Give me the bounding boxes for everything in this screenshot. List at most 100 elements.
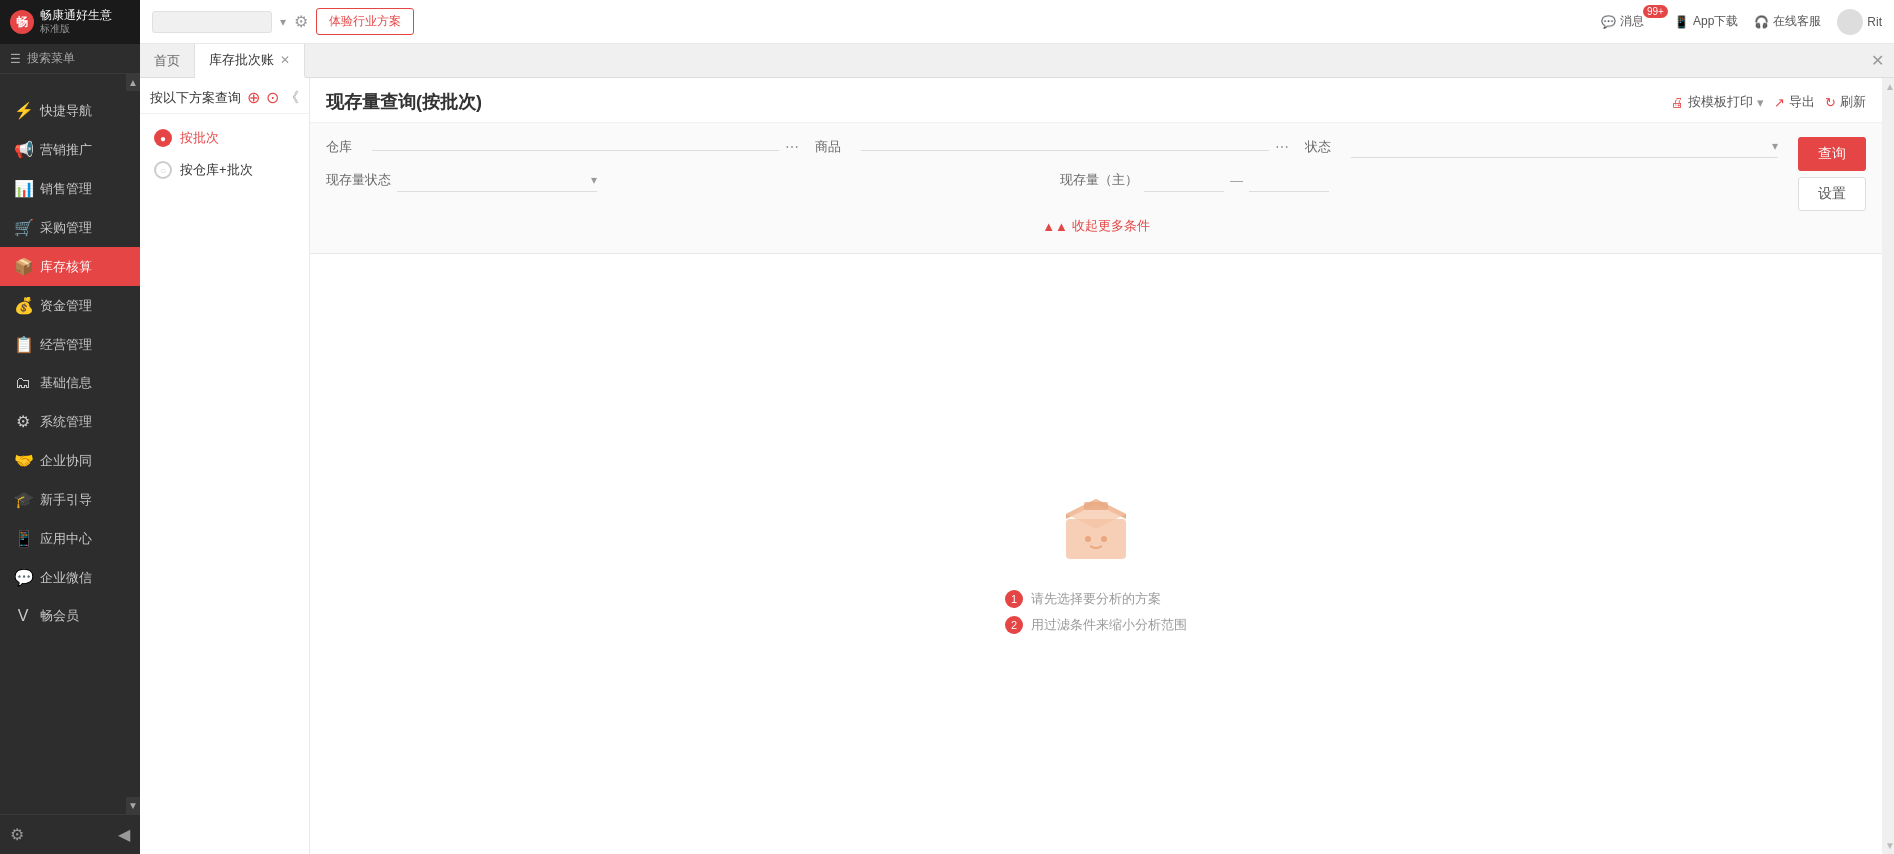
scrollbar-up-arrow[interactable]: ▲ bbox=[1882, 78, 1894, 95]
sidebar-item-basic[interactable]: 🗂 基础信息 bbox=[0, 364, 140, 402]
messages-action[interactable]: 💬 消息 99+ bbox=[1601, 13, 1658, 30]
svg-point-4 bbox=[1085, 536, 1091, 542]
status-select[interactable]: ▾ bbox=[1351, 135, 1778, 158]
export-btn[interactable]: ↗ 导出 bbox=[1774, 93, 1815, 111]
online-service-label: 在线客服 bbox=[1773, 13, 1821, 30]
app-download-label: App下载 bbox=[1693, 13, 1738, 30]
scrollbar-down-arrow[interactable]: ▼ bbox=[1882, 837, 1894, 854]
topbar-settings-icon[interactable]: ⚙ bbox=[294, 12, 308, 31]
sidebar-item-appcenter[interactable]: 📱 应用中心 bbox=[0, 519, 140, 558]
product-label: 商品 bbox=[815, 138, 855, 156]
sidebar-item-guide[interactable]: 🎓 新手引导 bbox=[0, 480, 140, 519]
stock-qty-min-input[interactable] bbox=[1144, 168, 1224, 192]
enterprise-icon: 🤝 bbox=[14, 451, 32, 470]
refresh-btn[interactable]: ↻ 刷新 bbox=[1825, 93, 1866, 111]
scheme-item-label: 按仓库+批次 bbox=[180, 161, 253, 179]
product-more-icon[interactable]: ⋯ bbox=[1275, 139, 1289, 155]
print-chevron-icon: ▾ bbox=[1757, 95, 1764, 110]
collapse-filters-btn[interactable]: ▲▲ 收起更多条件 bbox=[326, 211, 1866, 241]
inventory-icon: 📦 bbox=[14, 257, 32, 276]
sidebar-item-system[interactable]: ⚙ 系统管理 bbox=[0, 402, 140, 441]
messages-label: 消息 bbox=[1620, 13, 1644, 30]
sidebar-item-operation[interactable]: 📋 经营管理 bbox=[0, 325, 140, 364]
sidebar-item-label: 企业协同 bbox=[40, 452, 92, 470]
topbar: ▾ ⚙ 体验行业方案 💬 消息 99+ 📱 App下载 🎧 在线客服 Rit bbox=[140, 0, 1894, 44]
empty-tip-2: 2 用过滤条件来缩小分析范围 bbox=[1005, 616, 1187, 634]
svg-rect-3 bbox=[1084, 502, 1108, 510]
user-name: Rit bbox=[1867, 15, 1882, 29]
tab-batch-close-icon[interactable]: ✕ bbox=[280, 53, 290, 67]
right-scrollbar[interactable]: ▲ ▼ bbox=[1882, 78, 1894, 854]
sidebar-item-marketing[interactable]: 📢 营销推广 bbox=[0, 130, 140, 169]
trial-button[interactable]: 体验行业方案 bbox=[316, 8, 414, 35]
breadcrumb-chevron-icon: ▾ bbox=[280, 15, 286, 29]
tab-batch-label: 库存批次账 bbox=[209, 51, 274, 69]
purchase-icon: 🛒 bbox=[14, 218, 32, 237]
collapse-panel-icon[interactable]: 《 bbox=[285, 89, 299, 107]
warehouse-more-icon[interactable]: ⋯ bbox=[785, 139, 799, 155]
stock-status-filter: 现存量状态 ▾ bbox=[326, 169, 1044, 192]
sidebar-item-label: 基础信息 bbox=[40, 374, 92, 392]
empty-state: 1 请先选择要分析的方案 2 用过滤条件来缩小分析范围 bbox=[310, 254, 1882, 854]
scroll-up-btn[interactable]: ▲ bbox=[126, 74, 140, 91]
sidebar-item-wechat[interactable]: 💬 企业微信 bbox=[0, 558, 140, 597]
sidebar-item-member[interactable]: V 畅会员 bbox=[0, 597, 140, 635]
sidebar-brand: 畅康通好生意 标准版 bbox=[40, 8, 112, 36]
app-download-action[interactable]: 📱 App下载 bbox=[1674, 13, 1738, 30]
left-panel: 按以下方案查询 ⊕ ⊙ 《 ● 按批次 ○ 按仓库+批次 bbox=[140, 78, 310, 854]
stock-qty-label: 现存量（主） bbox=[1060, 171, 1138, 189]
tabs-close-all-icon[interactable]: ✕ bbox=[1861, 51, 1894, 70]
guide-icon: 🎓 bbox=[14, 490, 32, 509]
export-label: 导出 bbox=[1789, 93, 1815, 111]
query-button[interactable]: 查询 bbox=[1798, 137, 1866, 171]
settings-scheme-icon[interactable]: ⊙ bbox=[266, 88, 279, 107]
sidebar-item-purchase[interactable]: 🛒 采购管理 bbox=[0, 208, 140, 247]
svg-point-5 bbox=[1101, 536, 1107, 542]
collapse-label: 收起更多条件 bbox=[1072, 217, 1150, 235]
sidebar-item-sales[interactable]: 📊 销售管理 bbox=[0, 169, 140, 208]
filter-row-1: 仓库 ⋯ 商品 ⋯ bbox=[326, 135, 1778, 158]
tip-text-1: 请先选择要分析的方案 bbox=[1031, 590, 1161, 608]
status-label: 状态 bbox=[1305, 138, 1345, 156]
breadcrumb-search-input[interactable] bbox=[152, 11, 272, 33]
left-panel-header: 按以下方案查询 ⊕ ⊙ 《 bbox=[140, 78, 309, 114]
settings-bottom-icon[interactable]: ⚙ bbox=[10, 825, 24, 844]
main-area: ▾ ⚙ 体验行业方案 💬 消息 99+ 📱 App下载 🎧 在线客服 Rit bbox=[140, 0, 1894, 854]
settings-button[interactable]: 设置 bbox=[1798, 177, 1866, 211]
sidebar-item-shortcut[interactable]: ⚡ 快捷导航 bbox=[0, 91, 140, 130]
tab-home-label: 首页 bbox=[154, 52, 180, 70]
scheme-header-label: 按以下方案查询 bbox=[150, 89, 241, 107]
add-scheme-icon[interactable]: ⊕ bbox=[247, 88, 260, 107]
sidebar-item-label: 采购管理 bbox=[40, 219, 92, 237]
sidebar-search-item[interactable]: ☰ 搜索菜单 bbox=[0, 44, 140, 74]
tab-batch[interactable]: 库存批次账 ✕ bbox=[195, 44, 305, 78]
appcenter-icon: 📱 bbox=[14, 529, 32, 548]
stock-qty-max-input[interactable] bbox=[1249, 168, 1329, 192]
page-title: 现存量查询(按批次) bbox=[326, 90, 482, 114]
scheme-dot-active: ● bbox=[154, 129, 172, 147]
sidebar-item-finance[interactable]: 💰 资金管理 bbox=[0, 286, 140, 325]
online-service-action[interactable]: 🎧 在线客服 bbox=[1754, 13, 1821, 30]
sidebar: 畅 畅康通好生意 标准版 ☰ 搜索菜单 ▲ ⚡ 快捷导航 📢 营销推广 📊 销售… bbox=[0, 0, 140, 854]
print-btn[interactable]: 🖨 按模板打印 ▾ bbox=[1671, 93, 1764, 111]
shortcut-icon: ⚡ bbox=[14, 101, 32, 120]
scroll-down-btn[interactable]: ▼ bbox=[126, 797, 140, 814]
refresh-icon: ↻ bbox=[1825, 95, 1836, 110]
sidebar-brand-name: 畅康通好生意 bbox=[40, 8, 112, 22]
tab-home[interactable]: 首页 bbox=[140, 44, 195, 78]
scheme-item-batch[interactable]: ● 按批次 bbox=[140, 122, 309, 154]
scheme-item-warehouse-batch[interactable]: ○ 按仓库+批次 bbox=[140, 154, 309, 186]
mobile-icon: 📱 bbox=[1674, 15, 1689, 29]
stock-status-select[interactable]: ▾ bbox=[397, 169, 597, 192]
page-header-actions: 🖨 按模板打印 ▾ ↗ 导出 ↻ 刷新 bbox=[1671, 93, 1866, 111]
user-profile[interactable]: Rit bbox=[1837, 9, 1882, 35]
topbar-left: ▾ ⚙ 体验行业方案 bbox=[152, 8, 1593, 35]
sidebar-item-enterprise[interactable]: 🤝 企业协同 bbox=[0, 441, 140, 480]
warehouse-input-area[interactable] bbox=[372, 142, 779, 151]
sidebar-bottom: ⚙ ◀ bbox=[0, 814, 140, 854]
product-input-area[interactable] bbox=[861, 142, 1268, 151]
tip-num-2: 2 bbox=[1005, 616, 1023, 634]
sidebar-item-inventory[interactable]: 📦 库存核算 bbox=[0, 247, 140, 286]
collapse-sidebar-icon[interactable]: ◀ bbox=[118, 825, 130, 844]
sidebar-search-label: 搜索菜单 bbox=[27, 50, 75, 67]
